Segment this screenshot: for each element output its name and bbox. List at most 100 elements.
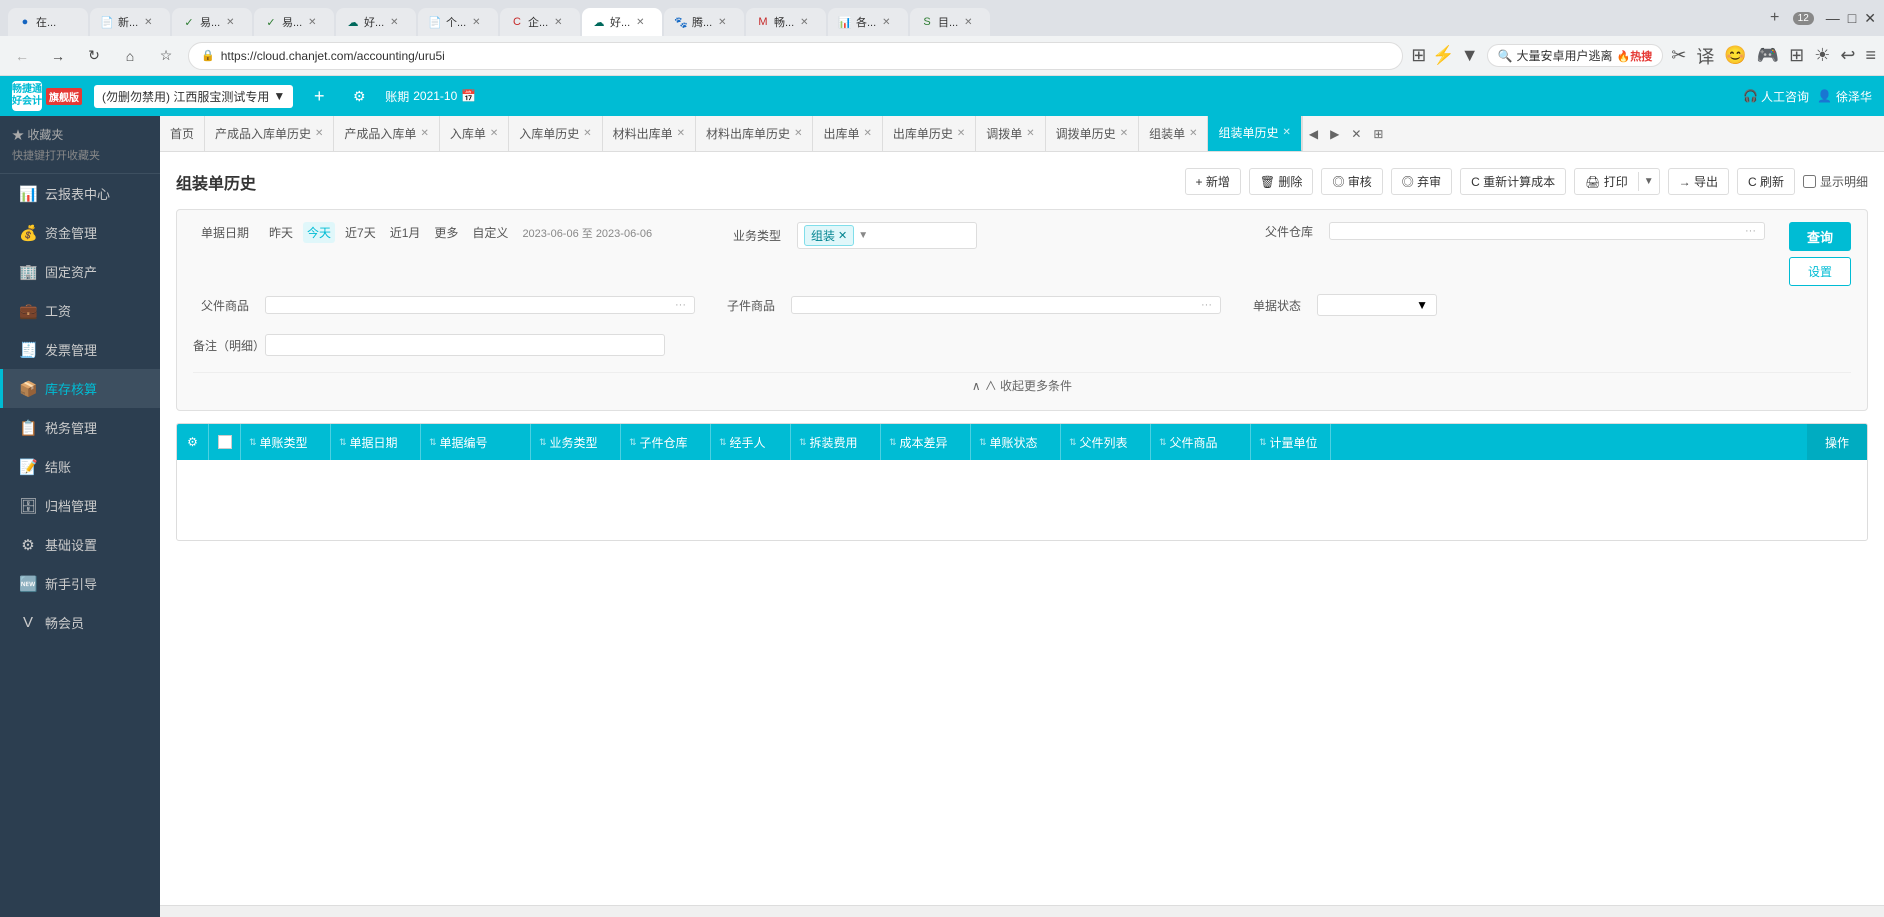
bookmark-button[interactable]: ☆ — [152, 42, 180, 70]
page-tab-home[interactable]: 首页 — [160, 116, 205, 152]
set-button[interactable]: 设置 — [1789, 257, 1851, 286]
th-bill-status[interactable]: ⇅ 单账状态 — [971, 424, 1061, 460]
th-bill-no[interactable]: ⇅ 单据编号 — [421, 424, 531, 460]
sidebar-item-new-guide[interactable]: 🆕 新手引导 — [0, 564, 160, 603]
th-child-warehouse[interactable]: ⇅ 子件仓库 — [621, 424, 711, 460]
page-tab-transfer-history[interactable]: 调拨单历史 ✕ — [1046, 116, 1139, 152]
dropdown-icon[interactable]: ▼ — [1461, 45, 1479, 66]
menu-icon[interactable]: ≡ — [1865, 45, 1876, 66]
company-selector[interactable]: (勿删勿禁用) 江西服宝测试专用 ▼ — [94, 85, 293, 108]
page-tab-close-inbound[interactable]: ✕ — [490, 128, 498, 139]
abandon-button[interactable]: ◎ 弃审 — [1391, 168, 1452, 195]
page-tab-close-transfer[interactable]: ✕ — [1026, 128, 1034, 139]
page-tab-close-material-out[interactable]: ✕ — [677, 128, 685, 139]
browser-tab-6[interactable]: 📄 个... ✕ — [418, 8, 498, 36]
more-shortcut[interactable]: 更多 — [430, 222, 462, 243]
sidebar-item-fixed-assets[interactable]: 🏢 固定资产 — [0, 252, 160, 291]
page-tab-close-transfer-history[interactable]: ✕ — [1120, 128, 1128, 139]
parent-warehouse-more[interactable]: ··· — [1745, 225, 1756, 237]
cut-icon[interactable]: ✂ — [1671, 45, 1686, 66]
th-cost-diff[interactable]: ⇅ 成本差异 — [881, 424, 971, 460]
page-tab-prod-inbound-history[interactable]: 产成品入库单历史 ✕ — [205, 116, 334, 152]
today-shortcut[interactable]: 今天 — [303, 222, 335, 243]
service-btn[interactable]: 🎧 人工咨询 — [1743, 88, 1809, 105]
child-goods-input[interactable]: ··· — [791, 296, 1221, 314]
th-parent-list[interactable]: ⇅ 父件列表 — [1061, 424, 1151, 460]
page-tab-material-out[interactable]: 材料出库单 ✕ — [603, 116, 696, 152]
page-tab-transfer[interactable]: 调拨单 ✕ — [976, 116, 1045, 152]
export-button[interactable]: → 导出 — [1668, 168, 1729, 195]
th-biz-type[interactable]: ⇅ 业务类型 — [531, 424, 621, 460]
tab-close-10[interactable]: ✕ — [800, 17, 808, 28]
refresh-button[interactable]: C 刷新 — [1737, 168, 1795, 195]
delete-button[interactable]: 🗑 删除 — [1249, 168, 1314, 195]
th-handler[interactable]: ⇅ 经手人 — [711, 424, 791, 460]
print-dropdown[interactable]: ▼ — [1638, 172, 1659, 191]
search-bar[interactable]: 🔍 大量安卓用户逃离 🔥热搜 — [1487, 44, 1664, 67]
page-tab-close-prod-inbound[interactable]: ✕ — [420, 128, 428, 139]
user-info[interactable]: 👤 徐泽华 — [1817, 88, 1872, 105]
custom-shortcut[interactable]: 自定义 — [468, 222, 512, 243]
reload-button[interactable]: ↻ — [80, 42, 108, 70]
browser-tab-5[interactable]: ☁ 好... ✕ — [336, 8, 416, 36]
add-company-button[interactable]: + — [305, 82, 333, 110]
page-tab-inbound[interactable]: 入库单 ✕ — [440, 116, 509, 152]
tabs-scroll-right[interactable]: ▶ — [1324, 116, 1345, 152]
page-tab-close-assemble[interactable]: ✕ — [1189, 128, 1197, 139]
query-button[interactable]: 查询 — [1789, 222, 1851, 251]
tab-close-11[interactable]: ✕ — [882, 17, 890, 28]
layout-icon[interactable]: ⊞ — [1789, 45, 1804, 66]
maximize-button[interactable]: □ — [1848, 10, 1856, 26]
browser-tab-4[interactable]: ✓ 易... ✕ — [254, 8, 334, 36]
game-icon[interactable]: 🎮 — [1757, 45, 1779, 66]
browser-tab-9[interactable]: 🐾 腾... ✕ — [664, 8, 744, 36]
browser-tab-7[interactable]: C 企... ✕ — [500, 8, 580, 36]
settings-gear-button[interactable]: ⚙ — [345, 82, 373, 110]
home-button[interactable]: ⌂ — [116, 42, 144, 70]
parent-warehouse-input[interactable]: ··· — [1329, 222, 1765, 240]
yesterday-shortcut[interactable]: 昨天 — [265, 222, 297, 243]
emoji-icon[interactable]: 😊 — [1724, 45, 1746, 66]
close-button[interactable]: ✕ — [1864, 10, 1876, 27]
month-shortcut[interactable]: 近1月 — [386, 222, 425, 243]
th-checkbox[interactable] — [209, 424, 241, 460]
page-tab-close-assemble-history[interactable]: ✕ — [1283, 127, 1291, 138]
tab-close-12[interactable]: ✕ — [964, 17, 972, 28]
page-tab-close-prod-inbound-history[interactable]: ✕ — [315, 128, 323, 139]
brightness-icon[interactable]: ☀ — [1814, 45, 1830, 66]
browser-tab-3[interactable]: ✓ 易... ✕ — [172, 8, 252, 36]
week-shortcut[interactable]: 近7天 — [341, 222, 380, 243]
note-input[interactable] — [265, 334, 665, 356]
th-bill-date[interactable]: ⇅ 单据日期 — [331, 424, 421, 460]
page-tab-outbound[interactable]: 出库单 ✕ — [813, 116, 882, 152]
header-checkbox[interactable] — [218, 435, 232, 449]
tab-close-2[interactable]: ✕ — [144, 17, 152, 28]
page-tab-close-inbound-history[interactable]: ✕ — [583, 128, 591, 139]
lightning-icon[interactable]: ⚡ — [1432, 45, 1454, 66]
minimize-button[interactable]: — — [1826, 10, 1840, 26]
browser-tab-10[interactable]: M 畅... ✕ — [746, 8, 826, 36]
tabs-scroll-left[interactable]: ◀ — [1303, 116, 1324, 152]
browser-tab-12[interactable]: S 目... ✕ — [910, 8, 990, 36]
translate-icon[interactable]: 译 — [1696, 43, 1714, 69]
browser-tab-1[interactable]: ● 在... — [8, 8, 88, 36]
collapse-button[interactable]: ∧ ∧ 收起更多条件 — [193, 372, 1851, 398]
page-tab-prod-inbound[interactable]: 产成品入库单 ✕ — [334, 116, 439, 152]
sidebar-item-settlement[interactable]: 📝 结账 — [0, 447, 160, 486]
th-disassemble-cost[interactable]: ⇅ 拆装费用 — [791, 424, 881, 460]
doc-status-dropdown[interactable]: ▼ — [1317, 294, 1437, 316]
th-settings[interactable]: ⚙ — [177, 424, 209, 460]
th-unit[interactable]: ⇅ 计量单位 — [1251, 424, 1331, 460]
th-bill-type[interactable]: ⇅ 单账类型 — [241, 424, 331, 460]
parent-goods-more[interactable]: ··· — [675, 299, 686, 311]
page-tab-inbound-history[interactable]: 入库单历史 ✕ — [509, 116, 602, 152]
tabs-close-all[interactable]: ✕ — [1345, 116, 1367, 152]
sidebar-item-basic-settings[interactable]: ⚙ 基础设置 — [0, 525, 160, 564]
tab-close-5[interactable]: ✕ — [390, 17, 398, 28]
recalculate-button[interactable]: C 重新计算成本 — [1460, 168, 1566, 195]
calendar-icon[interactable]: 📅 — [461, 89, 476, 103]
browser-tab-2[interactable]: 📄 新... ✕ — [90, 8, 170, 36]
browser-tab-11[interactable]: 📊 各... ✕ — [828, 8, 908, 36]
print-button[interactable]: 🖨 打印 — [1575, 169, 1638, 194]
page-tab-outbound-history[interactable]: 出库单历史 ✕ — [883, 116, 976, 152]
